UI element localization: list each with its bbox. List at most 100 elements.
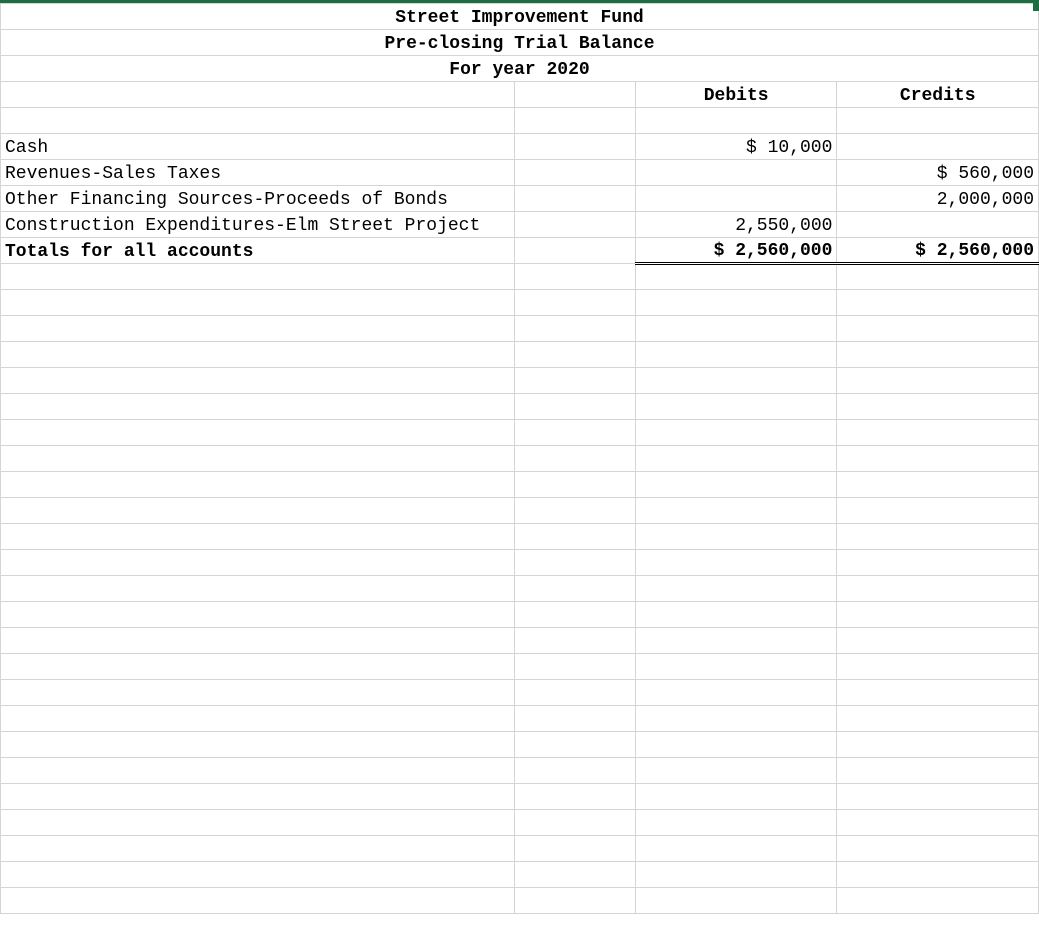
cell[interactable] xyxy=(837,784,1039,810)
cell[interactable] xyxy=(514,498,635,524)
cell[interactable] xyxy=(837,108,1039,134)
cell[interactable] xyxy=(1,108,515,134)
cell[interactable] xyxy=(514,212,635,238)
cell[interactable] xyxy=(635,472,837,498)
cell[interactable] xyxy=(514,264,635,290)
report-title-3[interactable]: For year 2020 xyxy=(1,56,1039,82)
debit-value[interactable]: 2,550,000 xyxy=(635,212,837,238)
cell[interactable] xyxy=(635,550,837,576)
debit-value[interactable] xyxy=(635,160,837,186)
cell[interactable] xyxy=(837,862,1039,888)
cell[interactable] xyxy=(635,342,837,368)
cell[interactable] xyxy=(1,758,515,784)
cell[interactable] xyxy=(635,784,837,810)
cell[interactable] xyxy=(635,264,837,290)
cell[interactable] xyxy=(514,290,635,316)
cell[interactable] xyxy=(837,420,1039,446)
cell[interactable] xyxy=(635,836,837,862)
cell[interactable] xyxy=(514,134,635,160)
cell[interactable] xyxy=(635,732,837,758)
cell[interactable] xyxy=(514,108,635,134)
debit-value[interactable] xyxy=(635,186,837,212)
cell[interactable] xyxy=(837,316,1039,342)
cell[interactable] xyxy=(837,680,1039,706)
cell[interactable] xyxy=(514,446,635,472)
cell[interactable] xyxy=(1,576,515,602)
cell[interactable] xyxy=(514,472,635,498)
cell[interactable] xyxy=(514,394,635,420)
cell[interactable] xyxy=(1,732,515,758)
cell[interactable] xyxy=(837,888,1039,914)
cell[interactable] xyxy=(837,602,1039,628)
credit-value[interactable] xyxy=(837,134,1039,160)
totals-debit[interactable]: $ 2,560,000 xyxy=(635,238,837,264)
cell[interactable] xyxy=(837,758,1039,784)
cell[interactable] xyxy=(837,810,1039,836)
cell[interactable] xyxy=(635,706,837,732)
cell[interactable] xyxy=(1,810,515,836)
cell[interactable] xyxy=(1,550,515,576)
report-title-2[interactable]: Pre-closing Trial Balance xyxy=(1,30,1039,56)
cell[interactable] xyxy=(514,810,635,836)
cell[interactable] xyxy=(1,784,515,810)
cell[interactable] xyxy=(514,550,635,576)
cell[interactable] xyxy=(837,732,1039,758)
cell[interactable] xyxy=(635,810,837,836)
cell[interactable] xyxy=(635,888,837,914)
cell[interactable] xyxy=(837,550,1039,576)
cell[interactable] xyxy=(514,420,635,446)
cell[interactable] xyxy=(635,368,837,394)
cell[interactable] xyxy=(1,498,515,524)
totals-credit[interactable]: $ 2,560,000 xyxy=(837,238,1039,264)
cell[interactable] xyxy=(837,446,1039,472)
cell[interactable] xyxy=(514,654,635,680)
cell[interactable] xyxy=(514,576,635,602)
cell[interactable] xyxy=(837,290,1039,316)
cell[interactable] xyxy=(1,680,515,706)
cell[interactable] xyxy=(1,836,515,862)
cell[interactable] xyxy=(514,758,635,784)
cell[interactable] xyxy=(514,342,635,368)
cell[interactable] xyxy=(514,732,635,758)
cell[interactable] xyxy=(1,368,515,394)
cell[interactable] xyxy=(1,264,515,290)
cell[interactable] xyxy=(514,680,635,706)
cell[interactable] xyxy=(514,186,635,212)
cell[interactable] xyxy=(1,420,515,446)
cell[interactable] xyxy=(514,82,635,108)
cell[interactable] xyxy=(514,368,635,394)
report-title-1[interactable]: Street Improvement Fund xyxy=(1,4,1039,30)
cell[interactable] xyxy=(837,706,1039,732)
cell[interactable] xyxy=(837,576,1039,602)
cell[interactable] xyxy=(1,524,515,550)
cell[interactable] xyxy=(1,888,515,914)
cell[interactable] xyxy=(1,342,515,368)
cell[interactable] xyxy=(635,290,837,316)
cell[interactable] xyxy=(1,654,515,680)
cell[interactable] xyxy=(514,524,635,550)
cell[interactable] xyxy=(635,498,837,524)
cell[interactable] xyxy=(514,238,635,264)
cell[interactable] xyxy=(1,602,515,628)
cell[interactable] xyxy=(1,628,515,654)
cell[interactable] xyxy=(635,862,837,888)
cell[interactable] xyxy=(1,706,515,732)
header-debits[interactable]: Debits xyxy=(635,82,837,108)
cell[interactable] xyxy=(837,394,1039,420)
debit-value[interactable]: $ 10,000 xyxy=(635,134,837,160)
cell[interactable] xyxy=(514,888,635,914)
cell[interactable] xyxy=(514,862,635,888)
header-credits[interactable]: Credits xyxy=(837,82,1039,108)
cell[interactable] xyxy=(837,472,1039,498)
cell[interactable] xyxy=(635,576,837,602)
cell[interactable] xyxy=(514,784,635,810)
credit-value[interactable] xyxy=(837,212,1039,238)
cell[interactable] xyxy=(635,654,837,680)
cell[interactable] xyxy=(514,706,635,732)
cell[interactable] xyxy=(1,446,515,472)
account-label[interactable]: Construction Expenditures-Elm Street Pro… xyxy=(1,212,515,238)
cell[interactable] xyxy=(1,862,515,888)
cell[interactable] xyxy=(635,524,837,550)
cell[interactable] xyxy=(635,316,837,342)
cell[interactable] xyxy=(635,758,837,784)
